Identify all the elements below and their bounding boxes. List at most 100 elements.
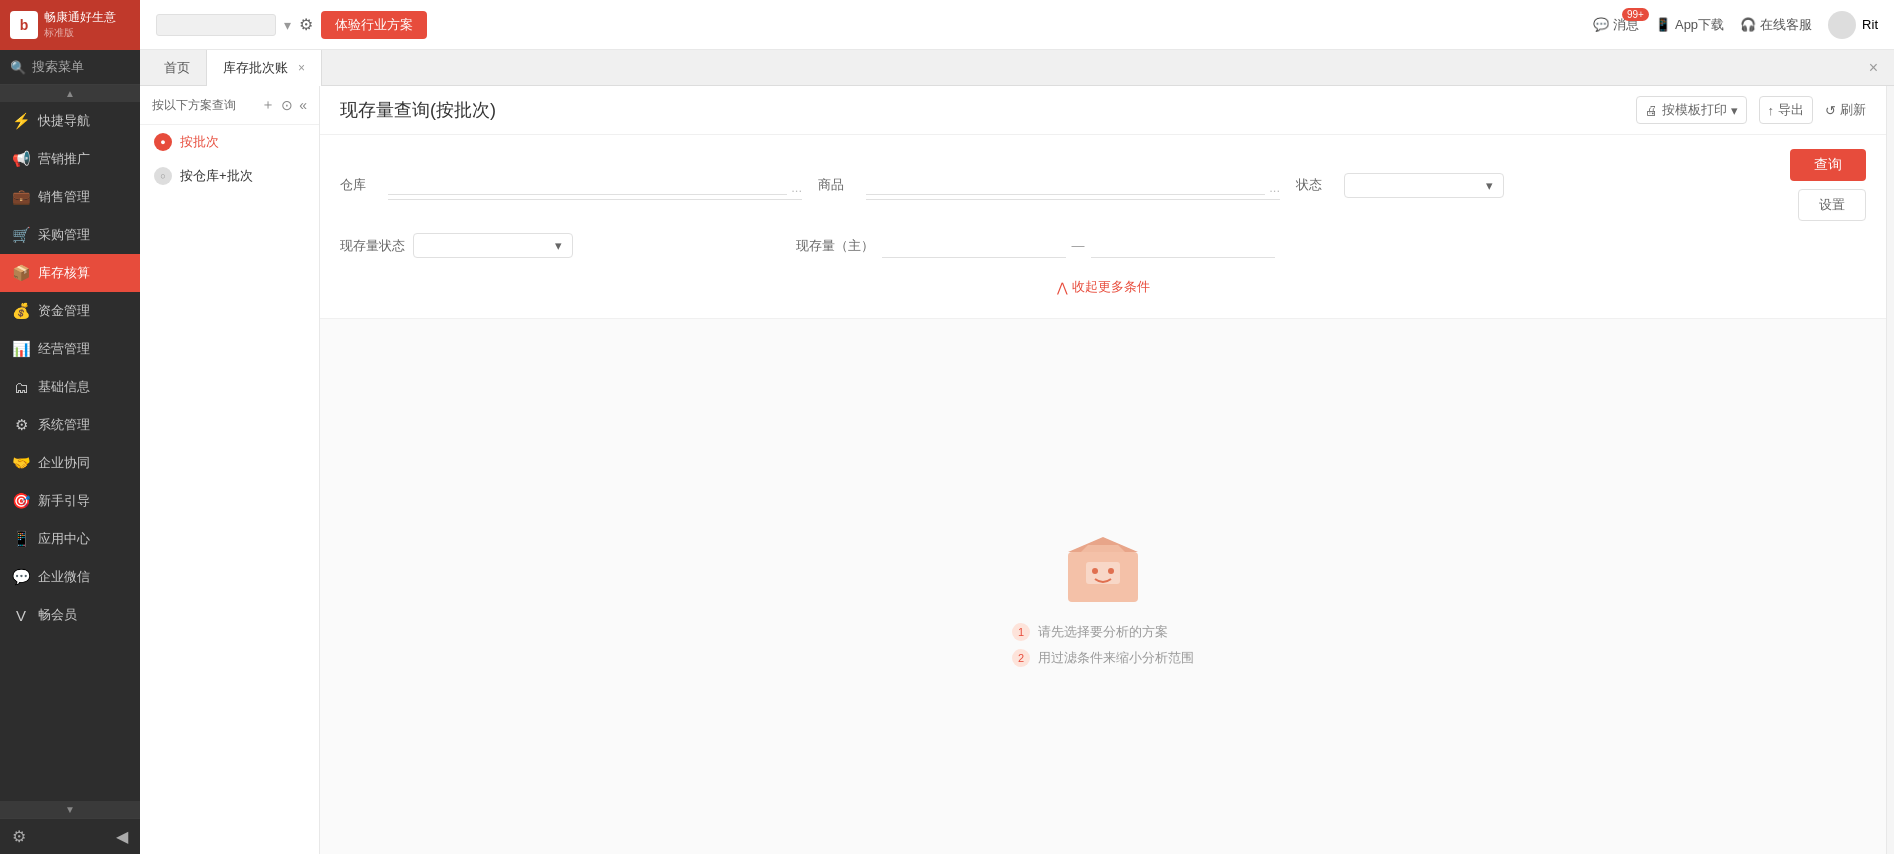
warehouse-input[interactable] [388, 171, 787, 195]
topbar: ▾ ⚙ 体验行业方案 💬 消息 99+ 📱 App下载 🎧 在线客服 Rit [140, 0, 1894, 50]
collapse-label: 收起更多条件 [1072, 278, 1150, 296]
phone-icon: 📱 [1655, 17, 1671, 32]
app-center-icon: 📱 [12, 530, 30, 548]
scheme-add-icon[interactable]: ＋ [261, 96, 275, 114]
sidebar-item-basics[interactable]: 🗂 基础信息 [0, 368, 140, 406]
stock-status-select[interactable]: ▾ [413, 233, 573, 258]
svg-point-5 [1108, 568, 1114, 574]
sidebar-item-operations[interactable]: 📊 经营管理 [0, 330, 140, 368]
print-label: 按模板打印 [1662, 101, 1727, 119]
topbar-online-service[interactable]: 🎧 在线客服 [1740, 16, 1812, 34]
warehouse-label: 仓库 [340, 176, 380, 194]
scheme-item-by-warehouse-batch[interactable]: ○ 按仓库+批次 [140, 159, 319, 193]
sidebar-collapse-icon[interactable]: ◀ [116, 827, 128, 846]
sidebar-search[interactable]: 🔍 搜索菜单 [0, 50, 140, 85]
member-icon: V [12, 606, 30, 624]
sidebar-label-app-center: 应用中心 [38, 530, 90, 548]
svg-marker-2 [1081, 545, 1125, 552]
sidebar-label-system: 系统管理 [38, 416, 90, 434]
user-avatar [1828, 11, 1856, 39]
tab-close-icon[interactable]: × [298, 61, 305, 75]
guide-icon: 🎯 [12, 492, 30, 510]
collapse-more-button[interactable]: ⋀ 收起更多条件 [340, 270, 1866, 304]
sidebar-settings-icon[interactable]: ⚙ [12, 827, 26, 846]
tab-inventory-batch-label: 库存批次账 [223, 59, 288, 77]
scheme-panel: 按以下方案查询 ＋ ⊙ « ● 按批次 ○ 按仓库+批次 [140, 86, 320, 854]
print-button[interactable]: 🖨 按模板打印 ▾ [1636, 96, 1747, 124]
main-content: 现存量查询(按批次) 🖨 按模板打印 ▾ ↑ 导出 ↺ 刷新 [320, 86, 1886, 854]
tab-close-global-icon[interactable]: × [1861, 59, 1886, 77]
system-icon: ⚙ [12, 416, 30, 434]
sidebar-item-quick-nav[interactable]: ⚡ 快捷导航 [0, 102, 140, 140]
purchase-icon: 🛒 [12, 226, 30, 244]
print-dropdown-icon[interactable]: ▾ [1731, 103, 1738, 118]
inventory-icon: 📦 [12, 264, 30, 282]
scheme-collapse-icon[interactable]: « [299, 97, 307, 113]
status-select-arrow: ▾ [1486, 178, 1493, 193]
sidebar-item-system[interactable]: ⚙ 系统管理 [0, 406, 140, 444]
tab-inventory-batch[interactable]: 库存批次账 × [207, 50, 322, 86]
empty-hints: 1 请先选择要分析的方案 2 用过滤条件来缩小分析范围 [1012, 623, 1194, 667]
product-input[interactable] [866, 171, 1265, 195]
range-separator: — [1072, 238, 1085, 253]
sidebar-footer: ⚙ ◀ [0, 818, 140, 854]
app-name: 畅康通好生意 [44, 10, 116, 26]
sidebar-item-inventory[interactable]: 📦 库存核算 [0, 254, 140, 292]
stock-qty-range: — [882, 234, 1275, 258]
scheme-panel-title: 按以下方案查询 [152, 97, 236, 114]
status-select[interactable]: ▾ [1344, 173, 1504, 198]
sidebar-item-sales[interactable]: 💼 销售管理 [0, 178, 140, 216]
topbar-app-download[interactable]: 📱 App下载 [1655, 16, 1724, 34]
print-icon: 🖨 [1645, 103, 1658, 118]
sidebar-search-label: 搜索菜单 [32, 58, 84, 76]
collapse-chevron-icon: ⋀ [1057, 280, 1068, 295]
stock-status-select-arrow: ▾ [555, 238, 562, 253]
topbar-right: 💬 消息 99+ 📱 App下载 🎧 在线客服 Rit [1593, 11, 1878, 39]
quick-nav-icon: ⚡ [12, 112, 30, 130]
experience-button[interactable]: 体验行业方案 [321, 11, 427, 39]
app-name-block: 畅康通好生意 标准版 [44, 10, 116, 40]
topbar-messages[interactable]: 💬 消息 99+ [1593, 16, 1639, 34]
settings-button[interactable]: 设置 [1798, 189, 1866, 221]
topbar-user[interactable]: Rit [1828, 11, 1878, 39]
sidebar-item-member[interactable]: V 畅会员 [0, 596, 140, 634]
sidebar-item-finance[interactable]: 💰 资金管理 [0, 292, 140, 330]
stock-qty-min-input[interactable] [882, 234, 1066, 258]
sidebar-scroll-down[interactable]: ▼ [0, 801, 140, 818]
sidebar-scroll-up[interactable]: ▲ [0, 85, 140, 102]
topbar-gear-icon[interactable]: ⚙ [299, 15, 313, 34]
tab-home[interactable]: 首页 [148, 50, 207, 86]
scheme-item-by-batch[interactable]: ● 按批次 [140, 125, 319, 159]
refresh-button[interactable]: ↺ 刷新 [1825, 101, 1866, 119]
right-scrollbar[interactable] [1886, 86, 1894, 854]
sidebar-item-app-center[interactable]: 📱 应用中心 [0, 520, 140, 558]
sidebar-item-purchase[interactable]: 🛒 采购管理 [0, 216, 140, 254]
empty-hint-1: 1 请先选择要分析的方案 [1012, 623, 1194, 641]
hint-1-text: 请先选择要分析的方案 [1038, 623, 1168, 641]
warehouse-more-icon[interactable]: ... [791, 180, 802, 195]
marketing-icon: 📢 [12, 150, 30, 168]
sidebar-label-enterprise: 企业协同 [38, 454, 90, 472]
wechat-icon: 💬 [12, 568, 30, 586]
sidebar-item-marketing[interactable]: 📢 营销推广 [0, 140, 140, 178]
scheme-settings-icon[interactable]: ⊙ [281, 97, 293, 113]
filter-status-field: 状态 ▾ [1296, 173, 1758, 198]
product-more-icon[interactable]: ... [1269, 180, 1280, 195]
hint-2-text: 用过滤条件来缩小分析范围 [1038, 649, 1194, 667]
topbar-dropdown-icon[interactable]: ▾ [284, 17, 291, 33]
sidebar-item-guide[interactable]: 🎯 新手引导 [0, 482, 140, 520]
filter-area: 仓库 ... 商品 ... [320, 135, 1886, 319]
sidebar-label-member: 畅会员 [38, 606, 77, 624]
sidebar-item-wechat[interactable]: 💬 企业微信 [0, 558, 140, 596]
export-icon: ↑ [1768, 103, 1775, 118]
export-label: 导出 [1778, 101, 1804, 119]
sales-icon: 💼 [12, 188, 30, 206]
basics-icon: 🗂 [12, 378, 30, 396]
sidebar-item-enterprise[interactable]: 🤝 企业协同 [0, 444, 140, 482]
sidebar-label-quick-nav: 快捷导航 [38, 112, 90, 130]
message-badge: 99+ [1622, 8, 1649, 21]
export-button[interactable]: ↑ 导出 [1759, 96, 1814, 124]
filter-product-field: 商品 ... [818, 171, 1280, 200]
query-button[interactable]: 查询 [1790, 149, 1866, 181]
stock-qty-max-input[interactable] [1091, 234, 1275, 258]
